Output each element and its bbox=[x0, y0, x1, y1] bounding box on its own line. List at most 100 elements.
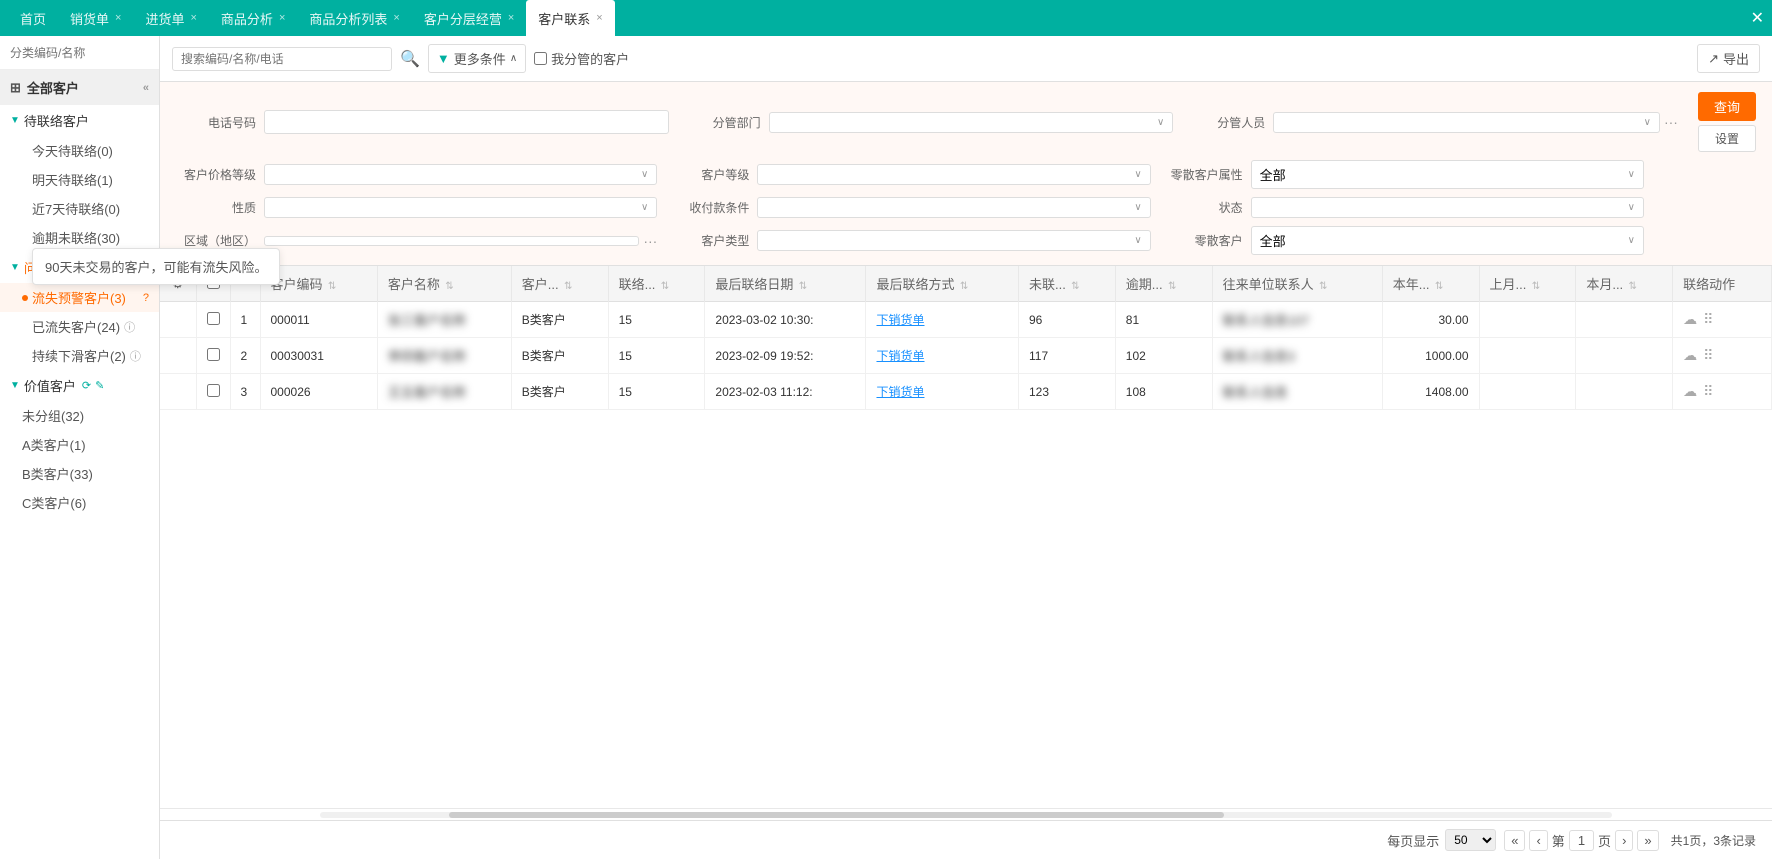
edit-icon[interactable]: ✎ bbox=[95, 379, 104, 392]
col-this-month[interactable]: 本月... ⇅ bbox=[1576, 266, 1673, 302]
tab-close-customer-contact[interactable]: × bbox=[596, 12, 602, 24]
export-icon: ↗ bbox=[1708, 51, 1719, 67]
my-customers-checkbox-container[interactable]: 我分管的客户 bbox=[534, 49, 629, 68]
filter-select-nature[interactable]: ∨ bbox=[264, 197, 657, 218]
filter-select-dept[interactable]: ∨ bbox=[769, 112, 1174, 133]
dot-icon bbox=[22, 177, 28, 183]
col-customer-type[interactable]: 客户... ⇅ bbox=[511, 266, 608, 302]
per-page-select[interactable]: 50 100 200 bbox=[1445, 829, 1496, 851]
sidebar-item-unclassified[interactable]: 未分组(32) bbox=[0, 401, 159, 430]
filter-select-retail[interactable]: 全部 ∨ bbox=[1251, 226, 1644, 255]
sidebar-item-churned[interactable]: 已流失客户(24) ⓘ bbox=[0, 312, 159, 341]
sidebar-item-today-contact[interactable]: 今天待联络(0) bbox=[0, 136, 159, 165]
filter-select-region[interactable] bbox=[264, 236, 639, 246]
col-last-method[interactable]: 最后联络方式 ⇅ bbox=[866, 266, 1019, 302]
filter-select-status[interactable]: ∨ bbox=[1251, 197, 1644, 218]
chevron-down-icon2: ∨ bbox=[1644, 117, 1651, 128]
filter-select-customer-type[interactable]: ∨ bbox=[757, 230, 1150, 251]
tab-close-sales[interactable]: × bbox=[115, 12, 121, 24]
sidebar-group-value-header[interactable]: ▼ 价值客户 ⟳ ✎ bbox=[0, 370, 159, 401]
sidebar-item-a-class[interactable]: A类客户(1) bbox=[0, 430, 159, 459]
query-button[interactable]: 查询 bbox=[1698, 92, 1756, 121]
contact-action-icon-row3[interactable]: ☁ bbox=[1683, 383, 1697, 400]
row1-checkbox[interactable] bbox=[207, 312, 220, 325]
col-customer-name[interactable]: 客户名称 ⇅ bbox=[377, 266, 511, 302]
dots-button-region[interactable]: ··· bbox=[643, 233, 657, 249]
tab-product-analysis-list[interactable]: 商品分析列表 × bbox=[297, 0, 411, 36]
col-contact[interactable]: 联络... ⇅ bbox=[608, 266, 705, 302]
cell-row2-last-method[interactable]: 下销货单 bbox=[866, 338, 1019, 374]
tab-close-customer-layered[interactable]: × bbox=[508, 12, 514, 24]
tab-customer-layered[interactable]: 客户分层经营 × bbox=[412, 0, 526, 36]
filter-select-manager[interactable]: ∨ bbox=[1273, 112, 1660, 133]
first-page-button[interactable]: « bbox=[1504, 830, 1525, 851]
tab-home[interactable]: 首页 bbox=[8, 0, 58, 36]
settings-button[interactable]: 设置 bbox=[1698, 125, 1756, 152]
filter-select-payment[interactable]: ∨ bbox=[757, 197, 1150, 218]
sort-icon-last-method: ⇅ bbox=[960, 281, 968, 292]
sidebar-item-7day-contact[interactable]: 近7天待联络(0) bbox=[0, 194, 159, 223]
scroll-thumb[interactable] bbox=[449, 812, 1224, 818]
filter-field-region: 区域（地区） ··· bbox=[176, 232, 657, 249]
more-action-icon-row3[interactable]: ⠿ bbox=[1703, 383, 1713, 400]
sidebar-all-customers[interactable]: ⊞ 全部客户 « bbox=[0, 70, 159, 105]
refresh-icon[interactable]: ⟳ bbox=[82, 379, 91, 392]
contact-action-icon-row1[interactable]: ☁ bbox=[1683, 311, 1697, 328]
cell-row2-last-date: 2023-02-09 19:52: bbox=[705, 338, 866, 374]
sidebar-item-c-class[interactable]: C类客户(6) bbox=[0, 488, 159, 517]
col-last-date[interactable]: 最后联络日期 ⇅ bbox=[705, 266, 866, 302]
chevron-down-icon: ∨ bbox=[1157, 117, 1164, 128]
tab-close-product-analysis[interactable]: × bbox=[279, 12, 285, 24]
tab-sales-order[interactable]: 销货单 × bbox=[58, 0, 133, 36]
window-close-button[interactable]: ✕ bbox=[1751, 8, 1764, 28]
sidebar: 🔍 ⊞ 全部客户 « ▼ 待联络客户 今天待联络(0) 明天待联络(1) 近7 bbox=[0, 36, 160, 859]
sidebar-item-declining[interactable]: 持续下滑客户(2) ⓘ bbox=[0, 341, 159, 370]
filter-select-retail-attr[interactable]: 全部 ∨ bbox=[1251, 160, 1644, 189]
filter-label-nature: 性质 bbox=[176, 199, 256, 216]
cell-row1-unit-contact: 联系人信息107 bbox=[1212, 302, 1382, 338]
col-uncontacted[interactable]: 未联... ⇅ bbox=[1018, 266, 1115, 302]
filter-select-price-level[interactable]: ∨ bbox=[264, 164, 657, 185]
sidebar-search-input[interactable] bbox=[10, 46, 160, 60]
search-button-icon[interactable]: 🔍 bbox=[400, 49, 420, 69]
my-customers-checkbox[interactable] bbox=[534, 52, 547, 65]
sidebar-item-b-class[interactable]: B类客户(33) bbox=[0, 459, 159, 488]
col-overdue[interactable]: 逾期... ⇅ bbox=[1115, 266, 1212, 302]
sidebar-group-pending-header[interactable]: ▼ 待联络客户 bbox=[0, 105, 159, 136]
col-last-month[interactable]: 上月... ⇅ bbox=[1479, 266, 1576, 302]
search-input[interactable] bbox=[172, 47, 392, 71]
next-page-button[interactable]: › bbox=[1615, 830, 1633, 851]
row2-checkbox[interactable] bbox=[207, 348, 220, 361]
filter-field-retail: 零散客户 全部 ∨ bbox=[1163, 226, 1644, 255]
last-page-button[interactable]: » bbox=[1637, 830, 1658, 851]
cell-row3-last-method[interactable]: 下销货单 bbox=[866, 374, 1019, 410]
more-conditions-button[interactable]: ▼ 更多条件 ∧ bbox=[428, 44, 526, 73]
filter-field-phone: 电话号码 bbox=[176, 110, 669, 134]
tab-close-product-list[interactable]: × bbox=[393, 12, 399, 24]
dot-icon bbox=[22, 148, 28, 154]
tab-close-purchase[interactable]: × bbox=[190, 12, 196, 24]
dots-button-manager[interactable]: ··· bbox=[1664, 114, 1678, 130]
row3-checkbox[interactable] bbox=[207, 384, 220, 397]
horizontal-scrollbar[interactable] bbox=[160, 808, 1772, 820]
export-button[interactable]: ↗ 导出 bbox=[1697, 44, 1760, 73]
tab-product-analysis[interactable]: 商品分析 × bbox=[209, 0, 297, 36]
filter-input-phone[interactable] bbox=[264, 110, 669, 134]
filter-select-customer-level[interactable]: ∨ bbox=[757, 164, 1150, 185]
filter-row-2: 客户价格等级 ∨ 客户等级 ∨ 零散客户属性 全部 bbox=[176, 160, 1756, 189]
sidebar-item-churn-warning[interactable]: 流失预警客户(3) ? bbox=[0, 283, 159, 312]
chevron-icon: ∧ bbox=[510, 53, 517, 64]
cell-row1-last-method[interactable]: 下销货单 bbox=[866, 302, 1019, 338]
prev-page-button[interactable]: ‹ bbox=[1529, 830, 1547, 851]
cell-row3-type: B类客户 bbox=[511, 374, 608, 410]
tab-purchase-order[interactable]: 进货单 × bbox=[133, 0, 208, 36]
contact-action-icon-row2[interactable]: ☁ bbox=[1683, 347, 1697, 364]
dot-icon bbox=[22, 324, 28, 330]
more-action-icon-row2[interactable]: ⠿ bbox=[1703, 347, 1713, 364]
col-unit-contact[interactable]: 往来单位联系人 ⇅ bbox=[1212, 266, 1382, 302]
more-action-icon-row1[interactable]: ⠿ bbox=[1703, 311, 1713, 328]
tab-customer-contact[interactable]: 客户联系 × bbox=[526, 0, 614, 36]
col-this-year[interactable]: 本年... ⇅ bbox=[1382, 266, 1479, 302]
cell-row2-this-year: 1000.00 bbox=[1382, 338, 1479, 374]
sidebar-item-tomorrow-contact[interactable]: 明天待联络(1) bbox=[0, 165, 159, 194]
